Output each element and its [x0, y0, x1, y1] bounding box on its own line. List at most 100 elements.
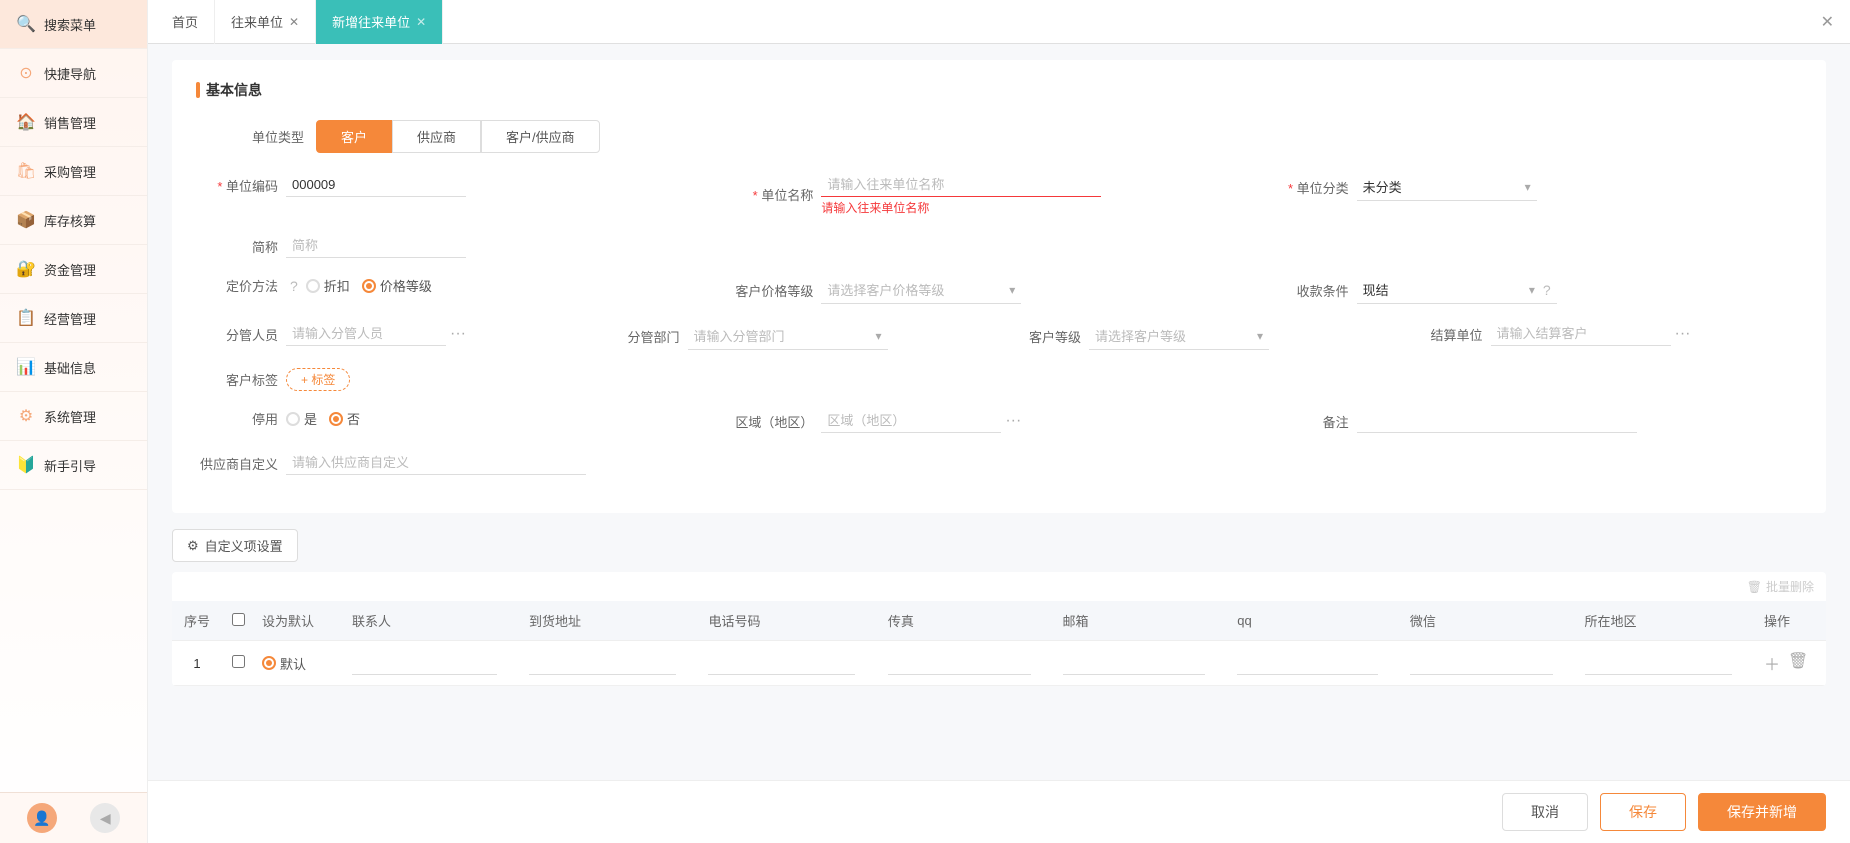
select-all-checkbox[interactable] [232, 613, 245, 626]
customer-level-label: 客户等级 [999, 327, 1089, 346]
tab-partner[interactable]: 往来单位 ✕ [215, 0, 316, 44]
pricing-level-circle [362, 279, 376, 293]
sales-icon: 🏠 [16, 112, 36, 132]
region-dots-btn[interactable]: ··· [1001, 412, 1025, 430]
field-abbreviation: 简称 [196, 234, 1802, 258]
settlement-input[interactable] [1491, 322, 1671, 346]
sidebar-item-finance[interactable]: 🔐 资金管理 [0, 245, 147, 294]
payment-terms-help[interactable]: ? [1543, 282, 1551, 298]
region-input[interactable] [821, 409, 1001, 433]
batch-delete-btn[interactable]: 🗑 批量删除 [1747, 578, 1814, 595]
save-new-button[interactable]: 保存并新增 [1698, 793, 1826, 831]
row-default-circle [262, 656, 276, 670]
cancel-button[interactable]: 取消 [1502, 793, 1588, 831]
manager-dots-btn[interactable]: ··· [446, 325, 470, 343]
unit-name-input[interactable] [821, 173, 1101, 197]
tabs-bar: 首页 往来单位 ✕ 新增往来单位 ✕ ✕ [148, 0, 1850, 44]
sidebar-user-btn[interactable]: 👤 [27, 803, 57, 833]
sidebar-item-basic-info[interactable]: 📊 基础信息 [0, 343, 147, 392]
customer-price-level-select[interactable]: 请选择客户价格等级 ▾ [821, 276, 1021, 304]
pricing-help-icon[interactable]: ? [290, 278, 298, 294]
tab-home[interactable]: 首页 [156, 0, 215, 44]
unit-code-label: 单位编码 [196, 176, 286, 195]
sidebar-item-sales[interactable]: 🏠 销售管理 [0, 98, 147, 147]
tab-new-partner-label: 新增往来单位 [332, 12, 410, 31]
row-phone-input[interactable] [708, 651, 855, 675]
th-phone: 电话号码 [700, 601, 879, 641]
custom-settings-button[interactable]: ⚙ 自定义项设置 [172, 529, 298, 562]
sidebar-item-inventory[interactable]: 📦 库存核算 [0, 196, 147, 245]
sidebar-expand-btn[interactable]: ◀ [90, 803, 120, 833]
contact-table: 序号 设为默认 联系人 到货地址 电话号码 传真 邮箱 qq 微信 所在地区 操… [172, 601, 1826, 686]
supplier-custom-input[interactable] [286, 451, 586, 475]
field-manager: 分管人员 ··· [196, 322, 598, 346]
row-delete-btn[interactable]: 🗑 [1788, 651, 1808, 675]
pricing-radio-discount[interactable]: 折扣 [306, 276, 350, 295]
sidebar-item-operations[interactable]: 📋 经营管理 [0, 294, 147, 343]
row-qq-input[interactable] [1237, 651, 1378, 675]
sidebar-item-purchase[interactable]: 🛍 采购管理 [0, 147, 147, 196]
abbreviation-input[interactable] [286, 234, 466, 258]
section-title-bar [196, 82, 200, 98]
row-checkbox[interactable] [232, 655, 245, 668]
field-department: 分管部门 请输入分管部门 ▾ [598, 322, 1000, 350]
field-pricing: 定价方法 ? 折扣 价格等级 [196, 276, 731, 295]
pricing-radio-level[interactable]: 价格等级 [362, 276, 432, 295]
manager-label: 分管人员 [196, 325, 286, 344]
unit-code-input[interactable] [286, 173, 466, 197]
type-btn-supplier[interactable]: 供应商 [392, 120, 481, 153]
sidebar-item-system[interactable]: ⚙ 系统管理 [0, 392, 147, 441]
td-checkbox [222, 641, 254, 686]
tag-add-button[interactable]: + 标签 [286, 368, 350, 391]
th-address: 到货地址 [521, 601, 700, 641]
th-checkbox [222, 601, 254, 641]
region-label: 区域（地区） [731, 412, 821, 431]
row-fax-input[interactable] [888, 651, 1031, 675]
save-button[interactable]: 保存 [1600, 793, 1686, 831]
main-content: 首页 往来单位 ✕ 新增往来单位 ✕ ✕ 基本信息 单位类型 客户 供应商 客户… [148, 0, 1850, 843]
form-content: 基本信息 单位类型 客户 供应商 客户/供应商 单位编码 单位名称 [148, 44, 1850, 780]
disabled-radio-yes[interactable]: 是 [286, 409, 317, 428]
tab-new-partner[interactable]: 新增往来单位 ✕ [316, 0, 443, 44]
sidebar-item-beginner[interactable]: 🔰 新手引导 [0, 441, 147, 490]
tag-label: 客户标签 [196, 370, 286, 389]
purchase-icon: 🛍 [16, 161, 36, 181]
disabled-yes-circle [286, 412, 300, 426]
settlement-dots-btn[interactable]: ··· [1671, 325, 1695, 343]
batch-del-label: 批量删除 [1766, 578, 1814, 595]
settlement-label: 结算单位 [1401, 325, 1491, 344]
type-btn-both[interactable]: 客户/供应商 [481, 120, 600, 153]
unit-category-value: 未分类 [1363, 177, 1521, 196]
type-btn-customer[interactable]: 客户 [316, 120, 392, 153]
row-default-radio[interactable]: 默认 [262, 654, 336, 673]
sidebar-item-search[interactable]: 🔍 搜索菜单 [0, 0, 147, 49]
td-contact [344, 641, 521, 686]
pricing-level-label: 价格等级 [380, 276, 432, 295]
disabled-radio-group: 是 否 [286, 409, 360, 428]
row-email-input[interactable] [1063, 651, 1206, 675]
payment-terms-select[interactable]: 现结 ▾ ? [1357, 276, 1557, 304]
sidebar-item-quick-nav[interactable]: ⊙ 快捷导航 [0, 49, 147, 98]
payment-terms-arrow: ▾ [1529, 283, 1535, 297]
disabled-radio-no[interactable]: 否 [329, 409, 360, 428]
tab-new-partner-close[interactable]: ✕ [416, 15, 426, 29]
row-address-input[interactable] [529, 651, 676, 675]
row-wechat-input[interactable] [1410, 651, 1553, 675]
department-select[interactable]: 请输入分管部门 ▾ [688, 322, 888, 350]
form-row-5: 客户标签 + 标签 [196, 368, 1802, 391]
remarks-input[interactable] [1357, 409, 1637, 433]
customer-level-arrow: ▾ [1257, 329, 1263, 343]
td-seq: 1 [172, 641, 222, 686]
th-region: 所在地区 [1577, 601, 1756, 641]
system-icon: ⚙ [16, 406, 36, 426]
row-region-input[interactable] [1585, 651, 1732, 675]
unit-category-select[interactable]: 未分类 ▾ [1357, 173, 1537, 201]
tab-partner-close[interactable]: ✕ [289, 15, 299, 29]
row-add-btn[interactable]: ＋ [1764, 651, 1780, 675]
tabs-bar-close-btn[interactable]: ✕ [1813, 12, 1842, 32]
field-disabled: 停用 是 否 [196, 409, 731, 428]
unit-category-label: 单位分类 [1267, 178, 1357, 197]
customer-level-select[interactable]: 请选择客户等级 ▾ [1089, 322, 1269, 350]
row-contact-input[interactable] [352, 651, 497, 675]
manager-input[interactable] [286, 322, 446, 346]
